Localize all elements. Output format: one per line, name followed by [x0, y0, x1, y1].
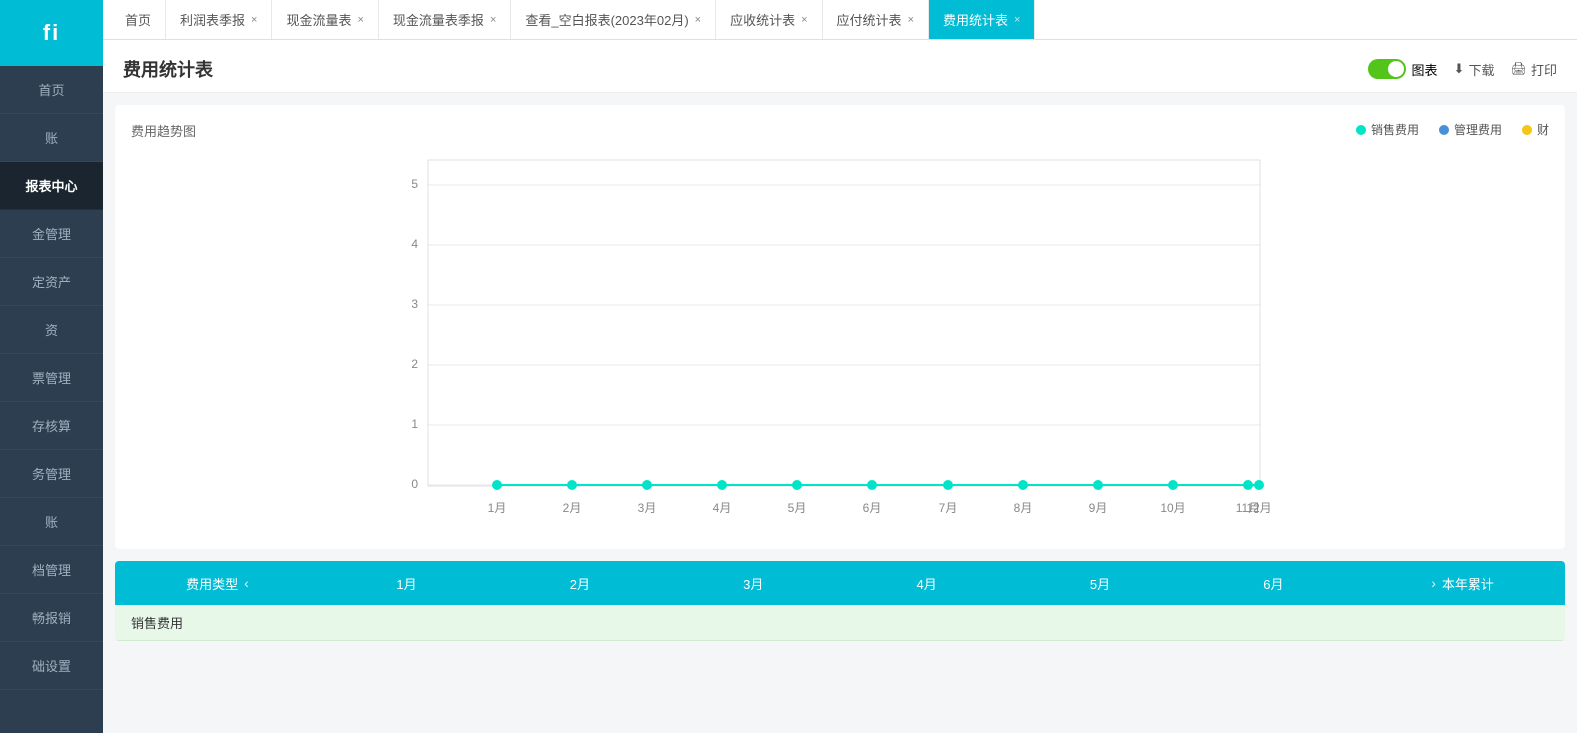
- sidebar-item-stock[interactable]: 存核算: [0, 402, 103, 450]
- table-header-row: 费用类型 ‹ 1月 2月 3月 4月 5月 6月 › 本年累计: [115, 561, 1565, 605]
- chart-legend: 销售费用 管理费用 财: [1356, 121, 1549, 138]
- legend-label-sales: 销售费用: [1371, 121, 1419, 138]
- svg-text:0: 0: [411, 477, 418, 491]
- table-row: 销售费用: [115, 605, 1565, 641]
- td-m3-0: [673, 615, 845, 631]
- svg-text:5: 5: [411, 177, 418, 191]
- tab-profit-quarter[interactable]: 利润表季报 ×: [166, 0, 272, 40]
- sidebar-item-fund[interactable]: 金管理: [0, 210, 103, 258]
- download-button[interactable]: ⬇ 下载: [1454, 60, 1495, 79]
- tab-close-blank-report[interactable]: ×: [695, 14, 701, 26]
- th-m4: 4月: [840, 574, 1013, 593]
- sidebar-item-service[interactable]: 务管理: [0, 450, 103, 498]
- th-type: 费用类型 ‹: [115, 574, 320, 593]
- sidebar-item-payable[interactable]: 账: [0, 498, 103, 546]
- svg-text:1月: 1月: [488, 501, 507, 515]
- table-section: 费用类型 ‹ 1月 2月 3月 4月 5月 6月 › 本年累计 销售费用: [115, 561, 1565, 641]
- td-m5-0: [1017, 615, 1189, 631]
- sidebar: fi 首页 账 报表中心 金管理 定资产 资 票管理 存核算 务管理 账 档管理…: [0, 0, 103, 733]
- tab-payable-stat[interactable]: 应付统计表 ×: [823, 0, 929, 40]
- th-m2: 2月: [493, 574, 666, 593]
- main-area: 首页 利润表季报 × 现金流量表 × 现金流量表季报 × 查看_空白报表(202…: [103, 0, 1577, 733]
- svg-text:9月: 9月: [1089, 501, 1108, 515]
- legend-admin: 管理费用: [1439, 121, 1502, 138]
- sidebar-item-ticket[interactable]: 票管理: [0, 354, 103, 402]
- td-m2-0: [501, 615, 673, 631]
- chart-svg-wrap: 5 4 3 2 1 0: [131, 150, 1549, 533]
- page-header: 费用统计表 图表 ⬇ 下载 🖨 打印: [103, 40, 1577, 93]
- legend-label-admin: 管理费用: [1454, 121, 1502, 138]
- legend-finance: 财: [1522, 121, 1549, 138]
- tab-close-profit-quarter[interactable]: ×: [251, 14, 257, 26]
- td-m4-0: [845, 615, 1017, 631]
- sidebar-logo: fi: [0, 0, 103, 66]
- tab-cashflow[interactable]: 现金流量表 ×: [272, 0, 378, 40]
- tab-close-payable-stat[interactable]: ×: [908, 14, 914, 26]
- svg-text:2月: 2月: [563, 501, 582, 515]
- legend-label-finance: 财: [1537, 121, 1549, 138]
- tab-receivable[interactable]: 应收统计表 ×: [716, 0, 822, 40]
- tab-close-cashflow[interactable]: ×: [357, 14, 363, 26]
- svg-text:1: 1: [411, 417, 418, 431]
- th-m3: 3月: [667, 574, 840, 593]
- svg-text:3月: 3月: [638, 501, 657, 515]
- td-ytd-0: [1361, 615, 1565, 631]
- tab-home[interactable]: 首页: [111, 0, 166, 40]
- td-m6-0: [1189, 615, 1361, 631]
- sidebar-item-expense[interactable]: 畅报销: [0, 594, 103, 642]
- svg-text:5月: 5月: [788, 501, 807, 515]
- download-label: 下载: [1468, 60, 1494, 79]
- tab-close-cashflow-quarter[interactable]: ×: [490, 14, 496, 26]
- svg-text:2: 2: [411, 357, 418, 371]
- content-area: 费用统计表 图表 ⬇ 下载 🖨 打印 费用趋势图: [103, 40, 1577, 733]
- print-icon: 🖨: [1510, 61, 1527, 77]
- table-next-arrow[interactable]: ›: [1431, 575, 1436, 591]
- svg-text:6月: 6月: [863, 501, 882, 515]
- tab-expense-stat[interactable]: 费用统计表 ×: [929, 0, 1035, 40]
- svg-text:12月: 12月: [1246, 501, 1271, 515]
- sidebar-item-home[interactable]: 首页: [0, 66, 103, 114]
- tab-bar: 首页 利润表季报 × 现金流量表 × 现金流量表季报 × 查看_空白报表(202…: [103, 0, 1577, 40]
- sidebar-item-investment[interactable]: 资: [0, 306, 103, 354]
- th-m5: 5月: [1013, 574, 1186, 593]
- th-ytd: › 本年累计: [1360, 574, 1565, 593]
- legend-sales: 销售费用: [1356, 121, 1419, 138]
- td-m1-0: [329, 615, 501, 631]
- sidebar-item-archive[interactable]: 档管理: [0, 546, 103, 594]
- sidebar-item-account[interactable]: 账: [0, 114, 103, 162]
- th-m1: 1月: [320, 574, 493, 593]
- header-actions: 图表 ⬇ 下载 🖨 打印: [1368, 59, 1557, 79]
- sidebar-item-settings[interactable]: 础设置: [0, 642, 103, 690]
- svg-text:8月: 8月: [1014, 501, 1033, 515]
- svg-text:4: 4: [411, 237, 418, 251]
- sidebar-item-report-center[interactable]: 报表中心: [0, 162, 103, 210]
- sidebar-item-fixed-assets[interactable]: 定资产: [0, 258, 103, 306]
- svg-text:7月: 7月: [939, 501, 958, 515]
- chart-svg: 5 4 3 2 1 0: [131, 150, 1549, 530]
- page-title: 费用统计表: [123, 56, 213, 82]
- svg-text:3: 3: [411, 297, 418, 311]
- svg-text:4月: 4月: [713, 501, 732, 515]
- chart-toggle[interactable]: [1368, 59, 1406, 79]
- svg-text:10月: 10月: [1160, 501, 1185, 515]
- legend-dot-finance: [1522, 125, 1532, 135]
- th-m6: 6月: [1187, 574, 1360, 593]
- td-type-0: 销售费用: [115, 605, 329, 640]
- tab-close-expense-stat[interactable]: ×: [1014, 14, 1020, 26]
- download-icon: ⬇: [1454, 61, 1465, 77]
- tab-close-receivable[interactable]: ×: [801, 14, 807, 26]
- print-button[interactable]: 🖨 打印: [1510, 60, 1557, 79]
- print-label: 打印: [1531, 60, 1557, 79]
- legend-dot-sales: [1356, 125, 1366, 135]
- tab-blank-report[interactable]: 查看_空白报表(2023年02月) ×: [511, 0, 716, 40]
- chart-toggle-wrap: 图表: [1368, 59, 1438, 79]
- chart-title: 费用趋势图: [131, 121, 196, 140]
- table-prev-arrow[interactable]: ‹: [244, 575, 249, 591]
- chart-area: 费用趋势图 销售费用 管理费用 财: [115, 105, 1565, 549]
- chart-toggle-label: 图表: [1412, 60, 1438, 79]
- legend-dot-admin: [1439, 125, 1449, 135]
- tab-cashflow-quarter[interactable]: 现金流量表季报 ×: [379, 0, 511, 40]
